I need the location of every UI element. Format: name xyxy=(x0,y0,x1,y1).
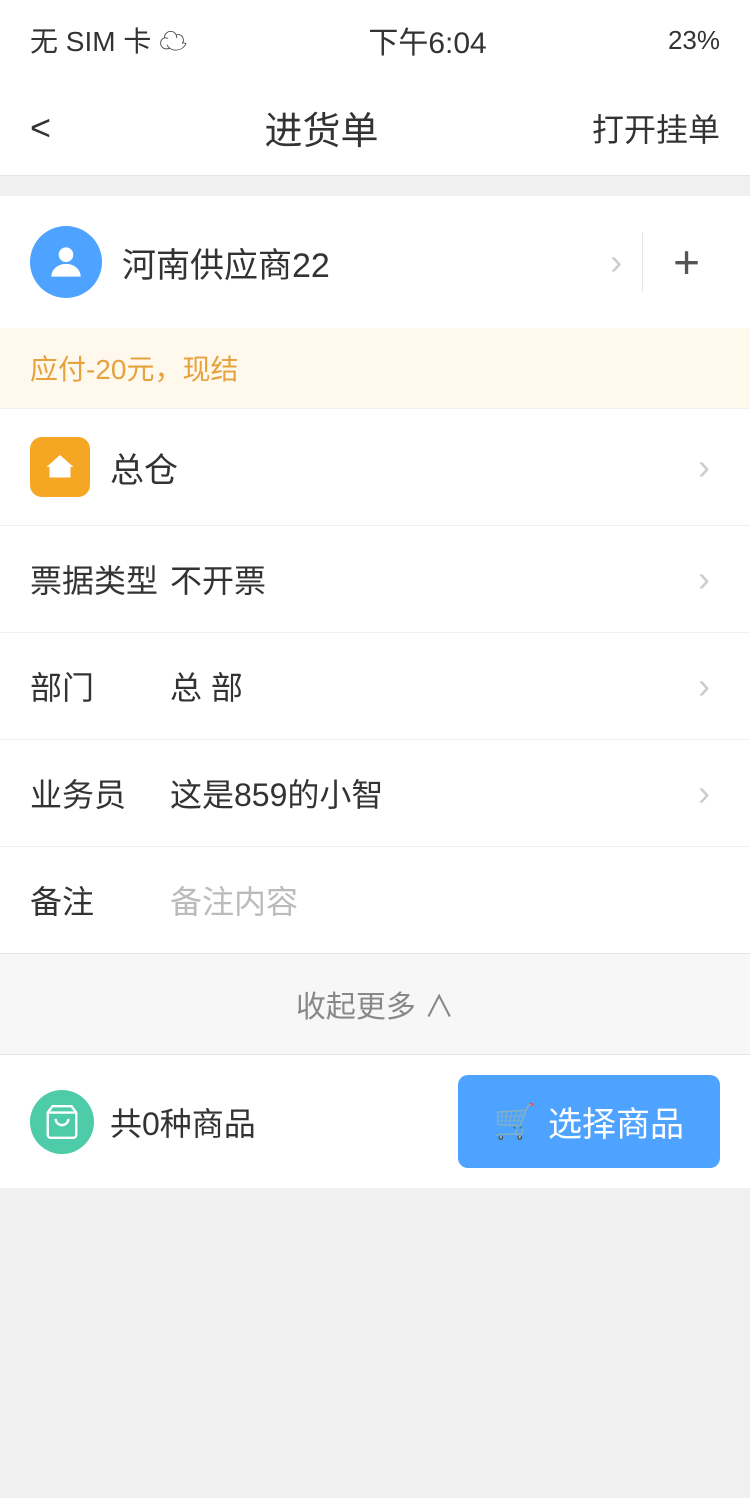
product-count-icon xyxy=(30,1090,94,1154)
warehouse-row[interactable]: 总仓 › xyxy=(0,408,750,525)
status-right: 23% xyxy=(668,25,720,56)
product-count-text: 共0种商品 xyxy=(110,1099,256,1145)
status-bar: 无 SIM 卡 ☁ 下午6:04 23% xyxy=(0,0,750,80)
salesperson-label: 业务员 xyxy=(30,770,170,816)
remark-label: 备注 xyxy=(30,877,170,923)
warehouse-icon xyxy=(30,437,90,497)
invoice-type-label: 票据类型 xyxy=(30,556,170,602)
select-product-icon: 🛒 xyxy=(494,1102,536,1142)
department-row[interactable]: 部门 总 部 › xyxy=(0,632,750,739)
bottom-bar: 共0种商品 🛒 选择商品 xyxy=(0,1054,750,1188)
supplier-section: 河南供应商22 › + 应付-20元，现结 总仓 › 票据类型 不开票 › 部门… xyxy=(0,196,750,1054)
supplier-avatar xyxy=(30,226,102,298)
open-pending-button[interactable]: 打开挂单 xyxy=(592,105,720,151)
select-product-label: 选择商品 xyxy=(548,1097,684,1146)
remark-input[interactable]: 备注内容 xyxy=(170,877,720,923)
supplier-chevron-icon: › xyxy=(610,241,622,283)
select-product-button[interactable]: 🛒 选择商品 xyxy=(458,1075,720,1168)
invoice-type-value: 不开票 xyxy=(170,556,698,602)
back-button[interactable]: < xyxy=(30,107,51,149)
department-label: 部门 xyxy=(30,663,170,709)
invoice-type-row[interactable]: 票据类型 不开票 › xyxy=(0,525,750,632)
warehouse-chevron-icon: › xyxy=(698,446,710,488)
status-time: 下午6:04 xyxy=(368,18,486,62)
page-title: 进货单 xyxy=(265,100,379,155)
house-icon xyxy=(42,449,78,485)
notice-bar: 应付-20元，现结 xyxy=(0,328,750,408)
person-icon xyxy=(44,240,88,284)
department-chevron-icon: › xyxy=(698,665,710,707)
remaining-area xyxy=(0,1188,750,1498)
divider-1 xyxy=(0,176,750,196)
invoice-chevron-icon: › xyxy=(698,558,710,600)
add-supplier-button[interactable]: + xyxy=(653,235,720,289)
shopping-bag-icon xyxy=(43,1103,81,1141)
product-count-wrap: 共0种商品 xyxy=(30,1090,256,1154)
supplier-divider xyxy=(642,232,643,292)
supplier-name: 河南供应商22 xyxy=(122,238,610,287)
remark-row[interactable]: 备注 备注内容 xyxy=(0,846,750,953)
salesperson-value: 这是859的小智 xyxy=(170,770,698,816)
department-value: 总 部 xyxy=(170,663,698,709)
collapse-row[interactable]: 收起更多 ∧ xyxy=(0,953,750,1054)
supplier-row[interactable]: 河南供应商22 › + xyxy=(0,196,750,328)
sim-status: 无 SIM 卡 ☁ xyxy=(30,20,187,60)
nav-bar: < 进货单 打开挂单 xyxy=(0,80,750,176)
salesperson-row[interactable]: 业务员 这是859的小智 › xyxy=(0,739,750,846)
warehouse-name: 总仓 xyxy=(110,443,698,492)
battery-status: 23% xyxy=(668,25,720,56)
status-left: 无 SIM 卡 ☁ xyxy=(30,20,187,60)
salesperson-chevron-icon: › xyxy=(698,772,710,814)
